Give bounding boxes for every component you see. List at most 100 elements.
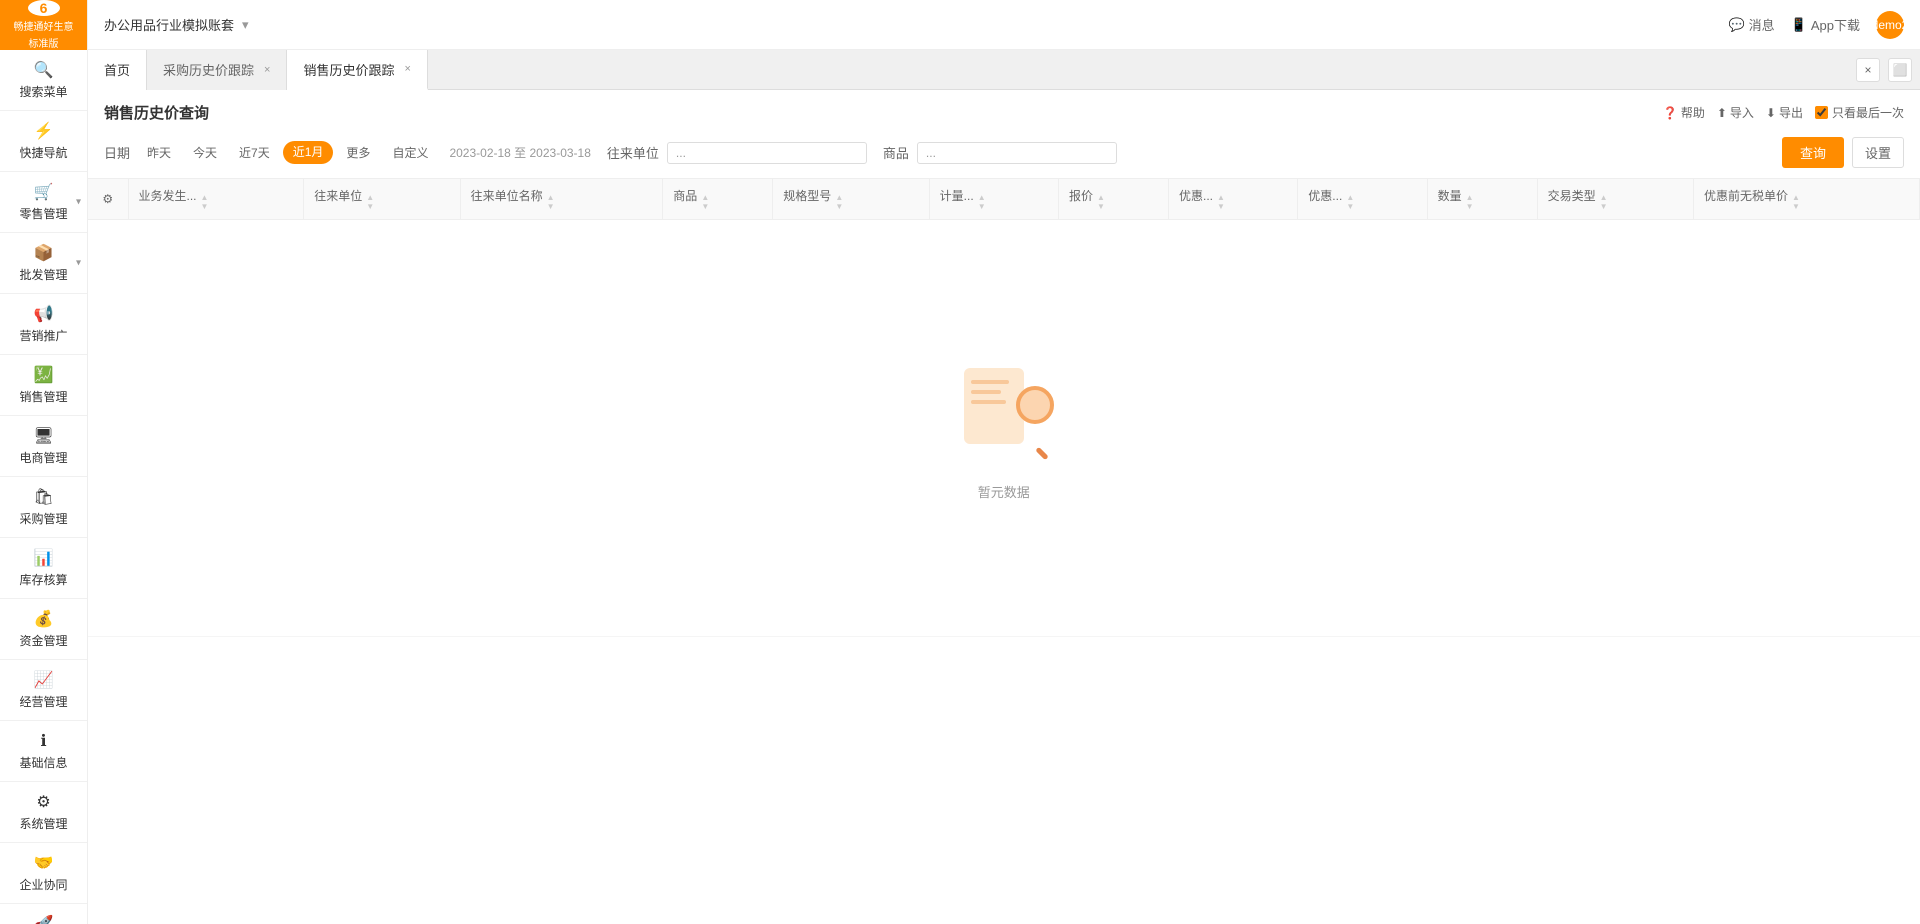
tab-close-purchase-history[interactable]: × (264, 64, 270, 76)
col-biz_date[interactable]: 业务发生...▲▼ (128, 179, 304, 220)
marketing-icon: 📢 (34, 304, 54, 324)
sort-icon-biz_date: ▲▼ (201, 193, 209, 211)
tab-sales-history[interactable]: 销售历史价跟踪× (287, 50, 427, 90)
sidebar-item-inventory[interactable]: 📊库存核算 (0, 538, 87, 599)
app-download-action[interactable]: 📱 App下载 (1791, 15, 1860, 34)
date-option-今天[interactable]: 今天 (184, 141, 226, 164)
date-option-近1月[interactable]: 近1月 (283, 141, 334, 164)
date-options: 昨天今天近7天近1月更多自定义 (138, 141, 437, 164)
only-last-checkbox[interactable] (1815, 106, 1828, 119)
col-price[interactable]: 报价▲▼ (1058, 179, 1168, 220)
sort-icon-qty: ▲▼ (1466, 193, 1474, 211)
tab-close-sales-history[interactable]: × (404, 63, 410, 75)
new-guide-icon: 🚀 (34, 914, 54, 924)
sidebar: 6 畅捷通好生意 标准版 🔍搜索菜单⚡快捷导航🛒零售管理📦批发管理📢营销推广💹销… (0, 0, 88, 924)
tab-home[interactable]: 首页 (88, 50, 147, 90)
tab-purchase-history[interactable]: 采购历史价跟踪 × (147, 50, 287, 90)
sort-icon-unit: ▲▼ (978, 193, 986, 211)
col-pretax_price[interactable]: 优惠前无税单价▲▼ (1693, 179, 1919, 220)
sidebar-item-retail-mgmt[interactable]: 🛒零售管理 (0, 172, 87, 233)
date-option-昨天[interactable]: 昨天 (138, 141, 180, 164)
date-option-更多[interactable]: 更多 (337, 141, 379, 164)
col-discount1[interactable]: 优惠...▲▼ (1168, 179, 1297, 220)
ecomm-mgmt-label: 电商管理 (19, 449, 67, 466)
sidebar-item-basic-info[interactable]: ℹ 基础信息 (0, 721, 87, 782)
partner-placeholder: ... (676, 146, 686, 160)
col-qty[interactable]: 数量▲▼ (1427, 179, 1537, 220)
topbar-title: 办公用品行业模拟账套 ▾ (104, 15, 1716, 34)
sales-mgmt-icon: 💹 (34, 365, 54, 385)
date-option-近7天[interactable]: 近7天 (230, 141, 279, 164)
col-partner_name[interactable]: 往来单位名称▲▼ (460, 179, 663, 220)
import-action[interactable]: ⬆ 导入 (1717, 104, 1754, 121)
col-goods[interactable]: 商品▲▼ (663, 179, 773, 220)
magnifier-handle (1035, 446, 1048, 459)
phone-icon: 📱 (1791, 17, 1807, 33)
tabbar-actions: × ⬜ (1848, 58, 1920, 82)
sort-icon-partner_name: ▲▼ (547, 193, 555, 211)
col-spec[interactable]: 规格型号▲▼ (773, 179, 929, 220)
user-avatar[interactable]: demo2 (1876, 11, 1904, 39)
settings-button[interactable]: 设置 (1852, 137, 1904, 168)
query-button[interactable]: 查询 (1782, 137, 1844, 168)
magnifier-circle (1016, 386, 1054, 424)
purchase-mgmt-label: 采购管理 (19, 510, 67, 527)
sidebar-item-purchase-mgmt[interactable]: 🛍 采购管理 (0, 477, 87, 538)
topbar-actions: 💬 消息 📱 App下载 demo2 (1728, 11, 1904, 39)
basic-info-icon: ℹ (40, 731, 46, 751)
dropdown-icon[interactable]: ▾ (242, 17, 249, 33)
basic-info-label: 基础信息 (19, 754, 67, 771)
sidebar-item-wholesale-mgmt[interactable]: 📦批发管理 (0, 233, 87, 294)
col-trade_type[interactable]: 交易类型▲▼ (1537, 179, 1693, 220)
partner-input[interactable]: ... (667, 142, 867, 164)
export-icon: ⬇ (1766, 106, 1776, 120)
system-mgmt-icon: ⚙ (36, 792, 50, 812)
sidebar-item-new-guide[interactable]: 🚀新手引导 (0, 904, 87, 924)
tab-maximize-button[interactable]: ⬜ (1888, 58, 1912, 82)
only-last-checkbox-item[interactable]: 只看最后一次 (1815, 104, 1904, 121)
inventory-icon: 📊 (34, 548, 54, 568)
partner-filter-label: 往来单位 (607, 143, 659, 162)
goods-filter-label: 商品 (883, 143, 909, 162)
purchase-mgmt-icon: 🛍 (33, 487, 53, 507)
sidebar-item-search-order[interactable]: 🔍搜索菜单 (0, 50, 87, 111)
date-option-自定义[interactable]: 自定义 (383, 141, 437, 164)
sidebar-item-ecomm-mgmt[interactable]: 🖥电商管理 (0, 416, 87, 477)
goods-filter-group: 商品 ... (883, 142, 1117, 164)
sidebar-item-system-mgmt[interactable]: ⚙系统管理 (0, 782, 87, 843)
logo-abbr: 6 (40, 0, 48, 16)
col-unit[interactable]: 计量...▲▼ (929, 179, 1058, 220)
sidebar-item-quick-nav[interactable]: ⚡快捷导航 (0, 111, 87, 172)
export-label: 导出 (1779, 104, 1803, 121)
date-range: 2023-02-18 至 2023-03-18 (449, 144, 590, 161)
sidebar-item-marketing[interactable]: 📢营销推广 (0, 294, 87, 355)
partner-filter-group: 往来单位 ... (607, 142, 867, 164)
col-partner_code[interactable]: 往来单位▲▼ (304, 179, 460, 220)
import-icon: ⬆ (1717, 106, 1727, 120)
message-action[interactable]: 💬 消息 (1728, 15, 1774, 34)
col-settings: ⚙ (88, 179, 128, 220)
sidebar-item-finance-mgmt[interactable]: 💰资金管理 (0, 599, 87, 660)
data-table: ⚙业务发生...▲▼往来单位▲▼往来单位名称▲▼商品▲▼规格型号▲▼计量...▲… (88, 179, 1920, 637)
page-title-row: 销售历史价查询 ❓ 帮助 ⬆ 导入 ⬇ 导出 只看最后一次 (88, 90, 1920, 127)
content-area: 销售历史价查询 ❓ 帮助 ⬆ 导入 ⬇ 导出 只看最后一次 (88, 90, 1920, 924)
sidebar-item-sales-mgmt[interactable]: 💹销售管理 (0, 355, 87, 416)
app-logo: 6 畅捷通好生意 标准版 (0, 0, 87, 50)
col-discount2[interactable]: 优惠...▲▼ (1298, 179, 1427, 220)
table-body: 暂元数据 (88, 220, 1920, 637)
sidebar-menu: 🔍搜索菜单⚡快捷导航🛒零售管理📦批发管理📢营销推广💹销售管理🖥电商管理 🛍 采购管理… (0, 50, 87, 924)
sort-icon-discount2: ▲▼ (1346, 193, 1354, 211)
enterprise-collab-icon: 🤝 (34, 853, 54, 873)
tab-label-purchase-history: 采购历史价跟踪 (163, 60, 254, 79)
sort-icon-discount1: ▲▼ (1217, 193, 1225, 211)
main-area: 办公用品行业模拟账套 ▾ 💬 消息 📱 App下载 demo2 首页采购历史价跟… (88, 0, 1920, 924)
date-filter-label: 日期 (104, 143, 130, 162)
export-action[interactable]: ⬇ 导出 (1766, 104, 1803, 121)
sidebar-item-business-mgmt[interactable]: 📈经营管理 (0, 660, 87, 721)
help-action[interactable]: ❓ 帮助 (1663, 104, 1705, 121)
goods-placeholder: ... (926, 146, 936, 160)
empty-illustration (949, 356, 1059, 466)
sidebar-item-enterprise-collab[interactable]: 🤝企业协同 (0, 843, 87, 904)
goods-input[interactable]: ... (917, 142, 1117, 164)
tab-close-all-button[interactable]: × (1856, 58, 1880, 82)
